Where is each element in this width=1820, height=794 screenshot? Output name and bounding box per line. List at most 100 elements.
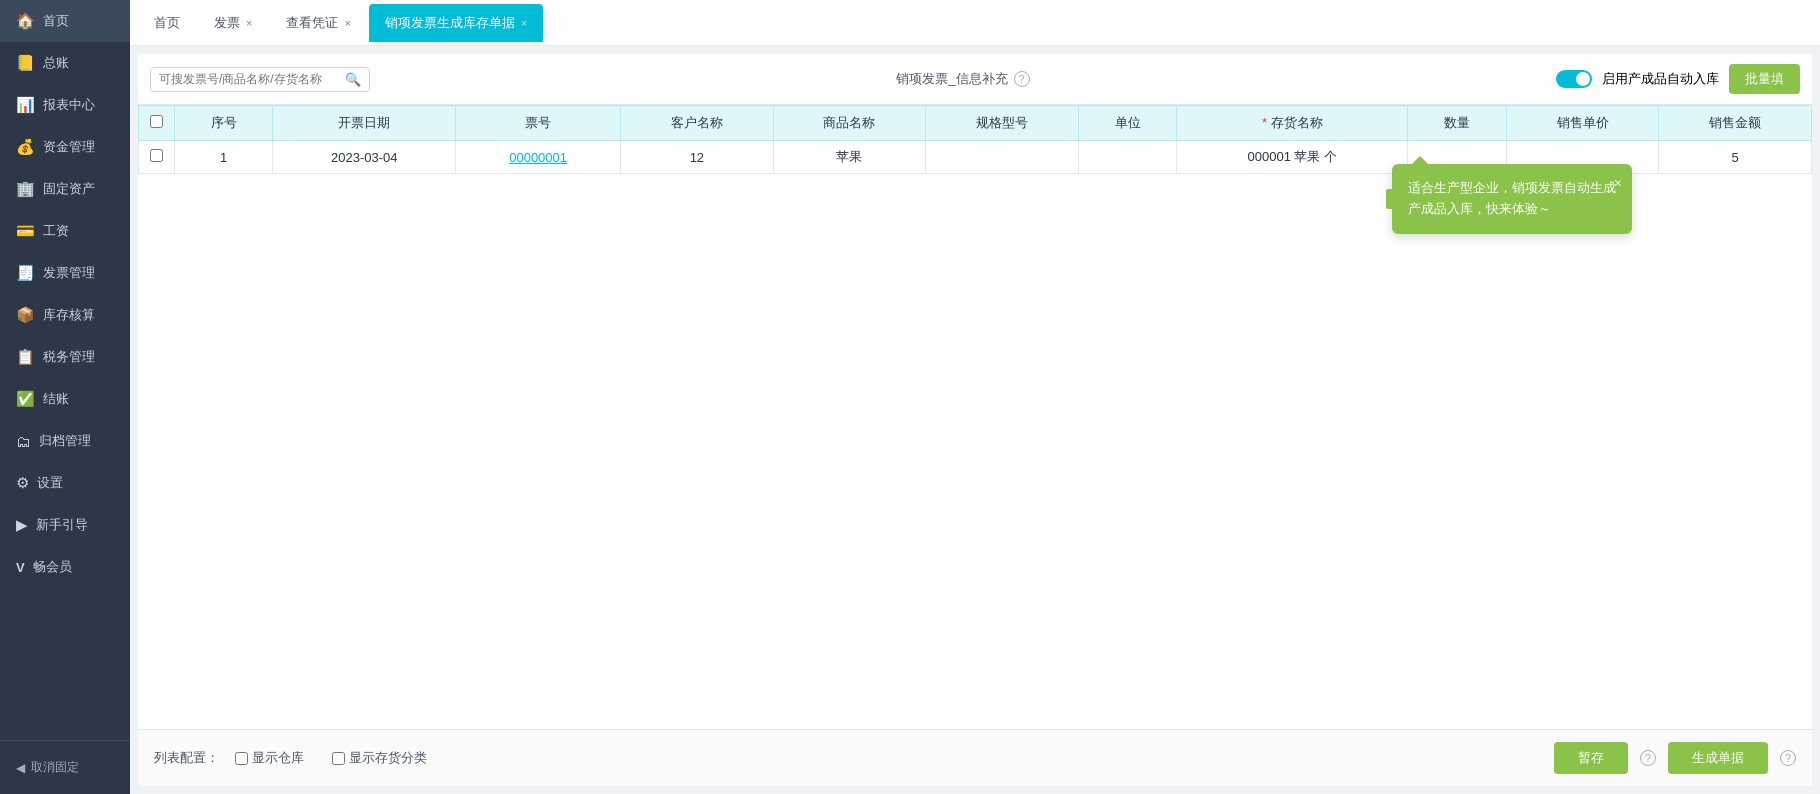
batch-fill-button[interactable]: 批量填 (1729, 64, 1800, 94)
th-customer: 客户名称 (621, 106, 774, 141)
table-header-row: 序号 开票日期 票号 客户名称 商品名称 规格型号 单位 存货名称 数量 销售单… (139, 106, 1812, 141)
tab-voucher[interactable]: 查看凭证 × (270, 4, 366, 42)
ticket-no-link[interactable]: 00000001 (509, 150, 567, 165)
save-help-icon[interactable]: ? (1640, 750, 1656, 766)
sidebar-item-label: 畅会员 (33, 558, 72, 576)
salary-icon: 💳 (16, 222, 35, 240)
row-checkbox[interactable] (150, 149, 163, 162)
generate-button[interactable]: 生成单据 (1668, 742, 1768, 774)
sidebar-bottom: ◀ 取消固定 (0, 740, 130, 794)
tab-bar: 首页 发票 × 查看凭证 × 销项发票生成库存单据 × (130, 0, 1820, 46)
info-icon[interactable]: ? (1014, 71, 1030, 87)
checkout-icon: ✅ (16, 390, 35, 408)
settings-icon: ⚙ (16, 474, 29, 492)
invoice-icon: 🧾 (16, 264, 35, 282)
auto-warehouse-toggle[interactable] (1556, 70, 1592, 88)
save-button[interactable]: 暂存 (1554, 742, 1628, 774)
sidebar-item-assets[interactable]: 🏢 固定资产 (0, 168, 130, 210)
sidebar-item-ledger[interactable]: 📒 总账 (0, 42, 130, 84)
content-area: 🔍 销项发票_信息补充 ? 启用产成品自动入库 批量填 (138, 54, 1812, 786)
funds-icon: 💰 (16, 138, 35, 156)
th-ticket-no: 票号 (456, 106, 621, 141)
sidebar-item-guide[interactable]: ▶ 新手引导 (0, 504, 130, 546)
tab-main-label: 销项发票生成库存单据 (385, 14, 515, 32)
sidebar-item-label: 新手引导 (36, 516, 88, 534)
sidebar-item-label: 归档管理 (39, 432, 91, 450)
inventory-icon: 📦 (16, 306, 35, 324)
show-category-label[interactable]: 显示存货分类 (332, 749, 439, 767)
row-amount: 5 (1659, 141, 1812, 174)
sidebar-item-label: 固定资产 (43, 180, 95, 198)
sidebar-item-inventory[interactable]: 📦 库存核算 (0, 294, 130, 336)
footer: 列表配置： 显示仓库 显示存货分类 暂存 ? 生成单据 ? (138, 729, 1812, 786)
tooltip-text: 适合生产型企业，销项发票自动生成产成品入库，快来体验～ (1408, 180, 1616, 216)
footer-config: 列表配置： 显示仓库 显示存货分类 (154, 749, 439, 767)
th-inventory-name: 存货名称 (1177, 106, 1408, 141)
home-icon: 🏠 (16, 12, 35, 30)
main-area: 首页 发票 × 查看凭证 × 销项发票生成库存单据 × 🔍 销项发票_信息补充 … (130, 0, 1820, 794)
sidebar-item-label: 发票管理 (43, 264, 95, 282)
row-customer: 12 (621, 141, 774, 174)
sidebar-item-salary[interactable]: 💳 工资 (0, 210, 130, 252)
th-seq: 序号 (175, 106, 273, 141)
sidebar-item-label: 结账 (43, 390, 69, 408)
sidebar-item-label: 首页 (43, 12, 69, 30)
sidebar-item-funds[interactable]: 💰 资金管理 (0, 126, 130, 168)
generate-help-icon[interactable]: ? (1780, 750, 1796, 766)
row-seq: 1 (175, 141, 273, 174)
sidebar-item-label: 工资 (43, 222, 69, 240)
tab-home[interactable]: 首页 (138, 4, 196, 42)
row-ticket-no[interactable]: 00000001 (456, 141, 621, 174)
center-label: 销项发票_信息补充 (896, 70, 1007, 88)
reports-icon: 📊 (16, 96, 35, 114)
assets-icon: 🏢 (16, 180, 35, 198)
tooltip-close-button[interactable]: × (1614, 172, 1622, 194)
sidebar-item-reports[interactable]: 📊 报表中心 (0, 84, 130, 126)
row-unit (1078, 141, 1176, 174)
tab-main-close[interactable]: × (521, 17, 527, 29)
tab-voucher-close[interactable]: × (344, 17, 350, 29)
th-date: 开票日期 (273, 106, 456, 141)
search-input[interactable] (159, 72, 339, 86)
show-category-text: 显示存货分类 (349, 749, 427, 767)
sidebar-item-vip[interactable]: V 畅会员 (0, 546, 130, 588)
archive-icon: 🗂 (16, 433, 31, 450)
th-unit: 单位 (1078, 106, 1176, 141)
unpin-button[interactable]: ◀ 取消固定 (0, 749, 130, 786)
select-all-checkbox[interactable] (150, 115, 163, 128)
toolbar: 🔍 销项发票_信息补充 ? 启用产成品自动入库 批量填 (138, 54, 1812, 105)
sidebar-item-label: 税务管理 (43, 348, 95, 366)
footer-actions: 暂存 ? 生成单据 ? (1554, 742, 1796, 774)
show-warehouse-checkbox[interactable] (235, 752, 248, 765)
tab-home-label: 首页 (154, 14, 180, 32)
search-icon: 🔍 (345, 72, 361, 87)
sidebar-item-archive[interactable]: 🗂 归档管理 (0, 420, 130, 462)
tab-invoice-close[interactable]: × (246, 17, 252, 29)
sidebar-item-home[interactable]: 🏠 首页 (0, 0, 130, 42)
sidebar-item-checkout[interactable]: ✅ 结账 (0, 378, 130, 420)
show-category-checkbox[interactable] (332, 752, 345, 765)
guide-icon: ▶ (16, 516, 28, 534)
sidebar-item-settings[interactable]: ⚙ 设置 (0, 462, 130, 504)
tab-invoice[interactable]: 发票 × (198, 4, 268, 42)
th-product-name: 商品名称 (773, 106, 926, 141)
th-unit-price: 销售单价 (1506, 106, 1659, 141)
tooltip-popup: × 适合生产型企业，销项发票自动生成产成品入库，快来体验～ (1392, 164, 1632, 234)
th-checkbox (139, 106, 175, 141)
row-spec (926, 141, 1079, 174)
toolbar-center: 销项发票_信息补充 ? (382, 70, 1544, 88)
sidebar: 🏠 首页 📒 总账 📊 报表中心 💰 资金管理 🏢 固定资产 💳 工资 🧾 发票… (0, 0, 130, 794)
tab-main[interactable]: 销项发票生成库存单据 × (369, 4, 543, 42)
sidebar-item-label: 总账 (43, 54, 69, 72)
search-box[interactable]: 🔍 (150, 67, 370, 92)
sidebar-item-label: 资金管理 (43, 138, 95, 156)
th-amount: 销售金额 (1659, 106, 1812, 141)
sidebar-item-invoice[interactable]: 🧾 发票管理 (0, 252, 130, 294)
sidebar-item-tax[interactable]: 📋 税务管理 (0, 336, 130, 378)
sidebar-item-label: 库存核算 (43, 306, 95, 324)
sidebar-item-label: 设置 (37, 474, 63, 492)
show-warehouse-label[interactable]: 显示仓库 (235, 749, 316, 767)
tab-voucher-label: 查看凭证 (286, 14, 338, 32)
th-qty: 数量 (1408, 106, 1506, 141)
config-label: 列表配置： (154, 749, 219, 767)
